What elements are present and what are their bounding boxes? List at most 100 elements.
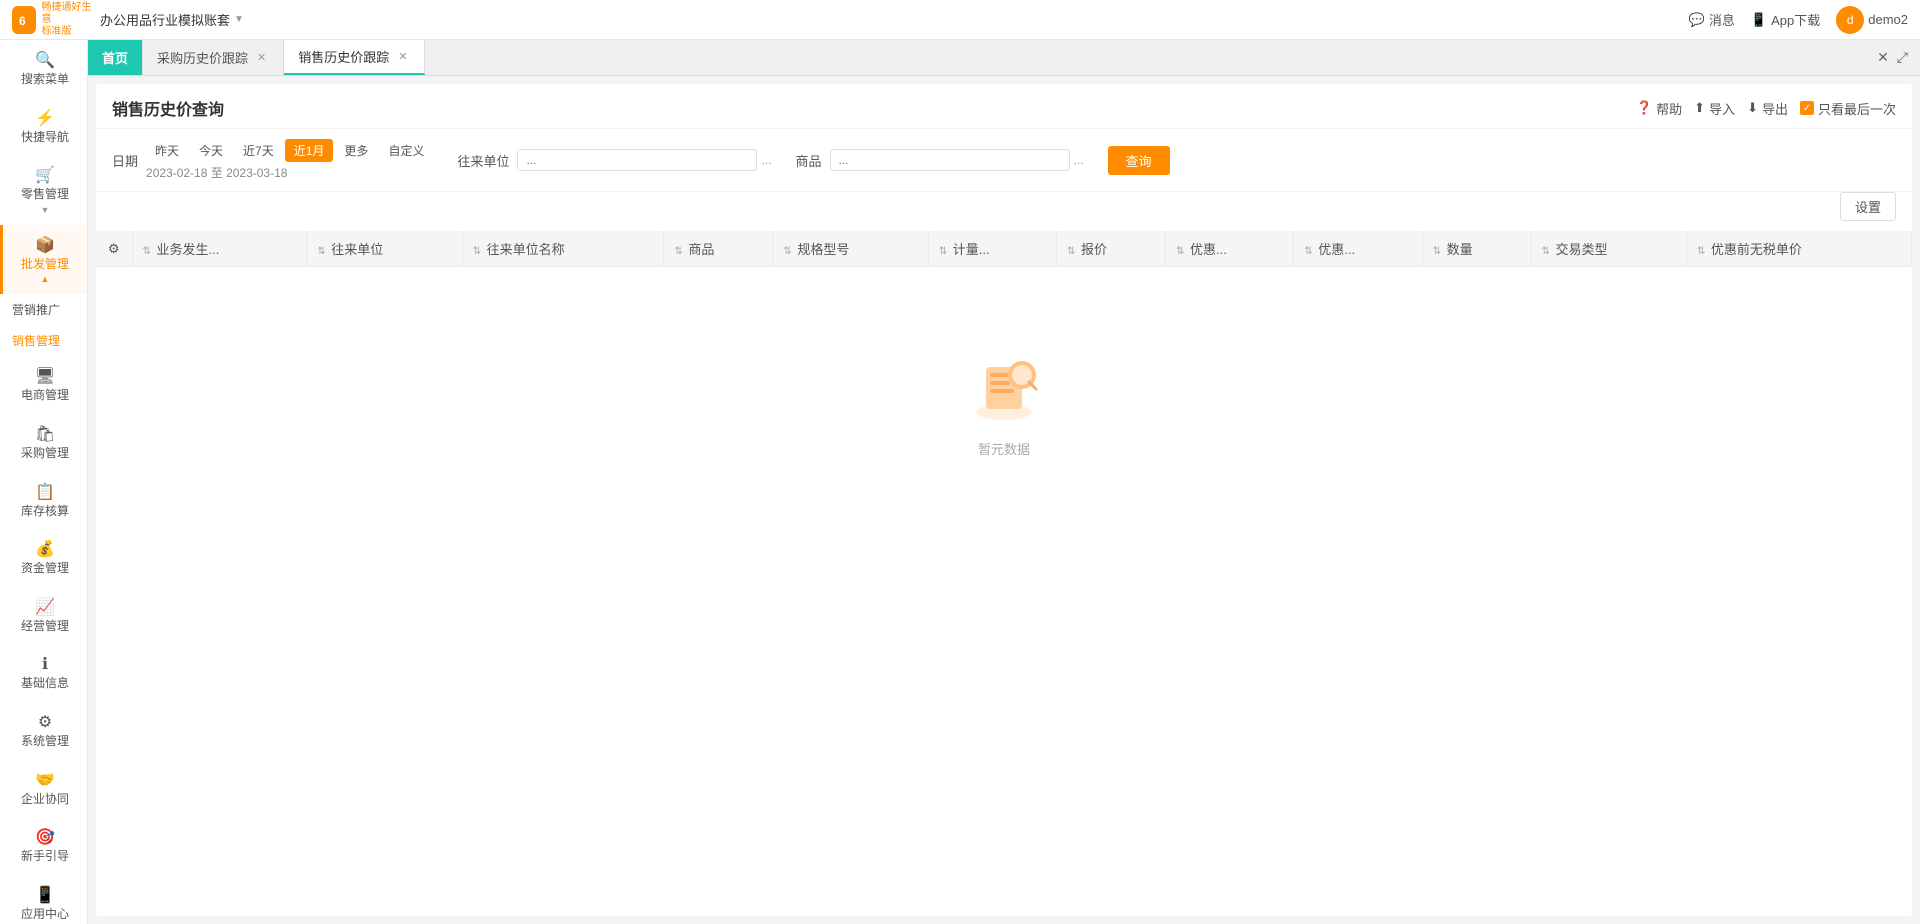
th-trade-type[interactable]: ⇅ 交易类型 xyxy=(1531,231,1686,267)
tab-sales-history-label: 销售历史价跟踪 xyxy=(298,47,389,66)
empty-state-icon xyxy=(964,347,1044,427)
source-unit-input[interactable] xyxy=(517,149,757,171)
tab-sales-history[interactable]: 销售历史价跟踪 ✕ xyxy=(284,40,425,75)
empty-state: 暂元数据 xyxy=(96,267,1912,538)
settings-button[interactable]: 设置 xyxy=(1840,192,1896,221)
sidebar-item-wholesale[interactable]: 📦 批发管理 ▲ xyxy=(0,225,87,295)
help-button[interactable]: ❓ 帮助 xyxy=(1636,99,1682,118)
expand-icon: ▼ xyxy=(41,205,50,215)
date-btn-7days[interactable]: 近7天 xyxy=(234,139,283,162)
app-selector-label: 办公用品行业模拟账套 xyxy=(100,10,230,29)
checkbox-icon: ✓ xyxy=(1800,101,1814,115)
sidebar-item-shortcut[interactable]: ⚡ 快捷导航 xyxy=(0,98,87,156)
sort-icon-quantity: ⇅ xyxy=(1433,246,1441,257)
sidebar-item-search[interactable]: 🔍 搜索菜单 xyxy=(0,40,87,98)
source-unit-input-group: ... xyxy=(517,149,771,171)
th-unit-name[interactable]: ⇅ 往来单位名称 xyxy=(462,231,664,267)
operations-icon: 📈 xyxy=(35,597,55,617)
sidebar-item-search-label: 搜索菜单 xyxy=(21,72,69,88)
user-area[interactable]: d demo2 xyxy=(1836,6,1908,34)
sidebar-item-shortcut-label: 快捷导航 xyxy=(21,130,69,146)
table-wrapper: ⚙ ⇅ 业务发生... ⇅ 往来单位 ⇅ 往来单位名称 xyxy=(96,231,1912,916)
sidebar-sub-item-sales-mgmt[interactable]: 销售管理 xyxy=(0,325,87,356)
export-label: 导出 xyxy=(1762,99,1788,118)
message-label: 消息 xyxy=(1709,10,1735,29)
date-btn-custom[interactable]: 自定义 xyxy=(379,139,433,162)
th-biz-date[interactable]: ⇅ 业务发生... xyxy=(132,231,307,267)
sidebar-item-operations[interactable]: 📈 经营管理 xyxy=(0,587,87,645)
sidebar-item-inventory[interactable]: 📋 库存核算 xyxy=(0,472,87,530)
th-pre-tax-price[interactable]: ⇅ 优惠前无税单价 xyxy=(1686,231,1911,267)
user-label: demo2 xyxy=(1868,12,1908,27)
sidebar-item-retail[interactable]: 🛒 零售管理 ▼ xyxy=(0,155,87,225)
date-filter-group: 日期 昨天 今天 近7天 近1月 更多 自定义 2023-02-18 至 202… xyxy=(112,139,433,181)
filter-row: 日期 昨天 今天 近7天 近1月 更多 自定义 2023-02-18 至 202… xyxy=(96,129,1912,192)
sidebar-sub-item-sales-label: 销售管理 xyxy=(12,334,60,348)
import-button[interactable]: ⬆ 导入 xyxy=(1694,99,1735,118)
message-button[interactable]: 💬 消息 xyxy=(1689,10,1735,29)
sidebar-item-appstore[interactable]: 📱 应用中心 xyxy=(0,875,87,924)
date-btn-yesterday[interactable]: 昨天 xyxy=(146,139,188,162)
retail-icon: 🛒 xyxy=(35,165,55,185)
sidebar-item-system[interactable]: ⚙ 系统管理 xyxy=(0,702,87,760)
sidebar-item-inventory-label: 库存核算 xyxy=(21,504,69,520)
chevron-down-icon: ▼ xyxy=(234,14,244,25)
th-discount2[interactable]: ⇅ 优惠... xyxy=(1294,231,1422,267)
th-goods[interactable]: ⇅ 商品 xyxy=(664,231,773,267)
page-content: 销售历史价查询 ❓ 帮助 ⬆ 导入 ⬇ 导出 ✓ xyxy=(96,84,1912,916)
import-label: 导入 xyxy=(1709,99,1735,118)
page-title: 销售历史价查询 xyxy=(112,96,224,120)
date-btn-today[interactable]: 今天 xyxy=(190,139,232,162)
date-btn-more[interactable]: 更多 xyxy=(335,139,377,162)
query-button[interactable]: 查询 xyxy=(1108,146,1170,175)
inventory-icon: 📋 xyxy=(35,482,55,502)
sidebar-item-retail-label: 零售管理 xyxy=(21,187,69,203)
th-spec[interactable]: ⇅ 规格型号 xyxy=(773,231,928,267)
basic-icon: ℹ xyxy=(42,654,48,674)
tab-home[interactable]: 首页 xyxy=(88,40,143,75)
goods-filter-group: 商品 ... xyxy=(795,149,1083,171)
date-btn-1month[interactable]: 近1月 xyxy=(285,139,334,162)
sidebar-sub-item-marketing[interactable]: 营销推广 xyxy=(0,294,87,325)
sort-icon-biz-date: ⇅ xyxy=(143,246,151,257)
app-selector[interactable]: 办公用品行业模拟账套 ▼ xyxy=(100,10,244,29)
top-center: 办公用品行业模拟账套 ▼ xyxy=(100,10,1681,29)
th-price[interactable]: ⇅ 报价 xyxy=(1057,231,1166,267)
th-settings[interactable]: ⚙ xyxy=(96,231,132,267)
th-unit[interactable]: ⇅ 计量... xyxy=(928,231,1056,267)
goods-ellipsis-btn[interactable]: ... xyxy=(1074,153,1084,167)
logo-area: 6 畅捷通好生意 标准版 xyxy=(12,2,92,38)
sidebar-item-purchase[interactable]: 🛍 采购管理 xyxy=(0,414,87,472)
tab-close-all-icon[interactable]: ✕ xyxy=(1877,49,1889,66)
tab-sales-history-close[interactable]: ✕ xyxy=(395,49,410,64)
import-icon: ⬆ xyxy=(1694,100,1705,116)
data-table: ⚙ ⇅ 业务发生... ⇅ 往来单位 ⇅ 往来单位名称 xyxy=(96,231,1912,267)
tab-purchase-history[interactable]: 采购历史价跟踪 ✕ xyxy=(143,40,284,75)
th-pre-tax-price-label: 优惠前无税单价 xyxy=(1711,242,1802,257)
app-download-button[interactable]: 📱 App下载 xyxy=(1751,10,1820,29)
sidebar-item-finance[interactable]: 💰 资金管理 xyxy=(0,529,87,587)
tab-purchase-history-close[interactable]: ✕ xyxy=(254,50,269,65)
th-quantity[interactable]: ⇅ 数量 xyxy=(1422,231,1531,267)
source-unit-ellipsis-btn[interactable]: ... xyxy=(761,153,771,167)
app-name: 畅捷通好生意 xyxy=(42,2,92,26)
date-filter-wrapper: 昨天 今天 近7天 近1月 更多 自定义 2023-02-18 至 2023-0… xyxy=(146,139,433,181)
export-button[interactable]: ⬇ 导出 xyxy=(1747,99,1788,118)
tab-maximize-icon[interactable]: ⤢ xyxy=(1897,49,1908,66)
sidebar-item-basic[interactable]: ℹ 基础信息 xyxy=(0,644,87,702)
top-right: 💬 消息 📱 App下载 d demo2 xyxy=(1689,6,1908,34)
only-last-checkbox[interactable]: ✓ 只看最后一次 xyxy=(1800,99,1896,118)
sidebar-item-ecommerce[interactable]: 🖥 电商管理 xyxy=(0,356,87,414)
tab-bar: 首页 采购历史价跟踪 ✕ 销售历史价跟踪 ✕ ✕ ⤢ xyxy=(88,40,1920,76)
system-icon: ⚙ xyxy=(38,712,52,732)
th-discount1[interactable]: ⇅ 优惠... xyxy=(1165,231,1293,267)
th-biz-date-label: 业务发生... xyxy=(157,242,220,257)
sidebar-item-newbie[interactable]: 🎯 新手引导 xyxy=(0,817,87,875)
newbie-icon: 🎯 xyxy=(35,827,55,847)
goods-input[interactable] xyxy=(830,149,1070,171)
th-unit-code[interactable]: ⇅ 往来单位 xyxy=(307,231,462,267)
sidebar-item-basic-label: 基础信息 xyxy=(21,676,69,692)
sidebar-item-purchase-label: 采购管理 xyxy=(21,446,69,462)
sidebar-item-newbie-label: 新手引导 xyxy=(21,849,69,865)
sidebar-item-enterprise[interactable]: 🤝 企业协同 xyxy=(0,760,87,818)
